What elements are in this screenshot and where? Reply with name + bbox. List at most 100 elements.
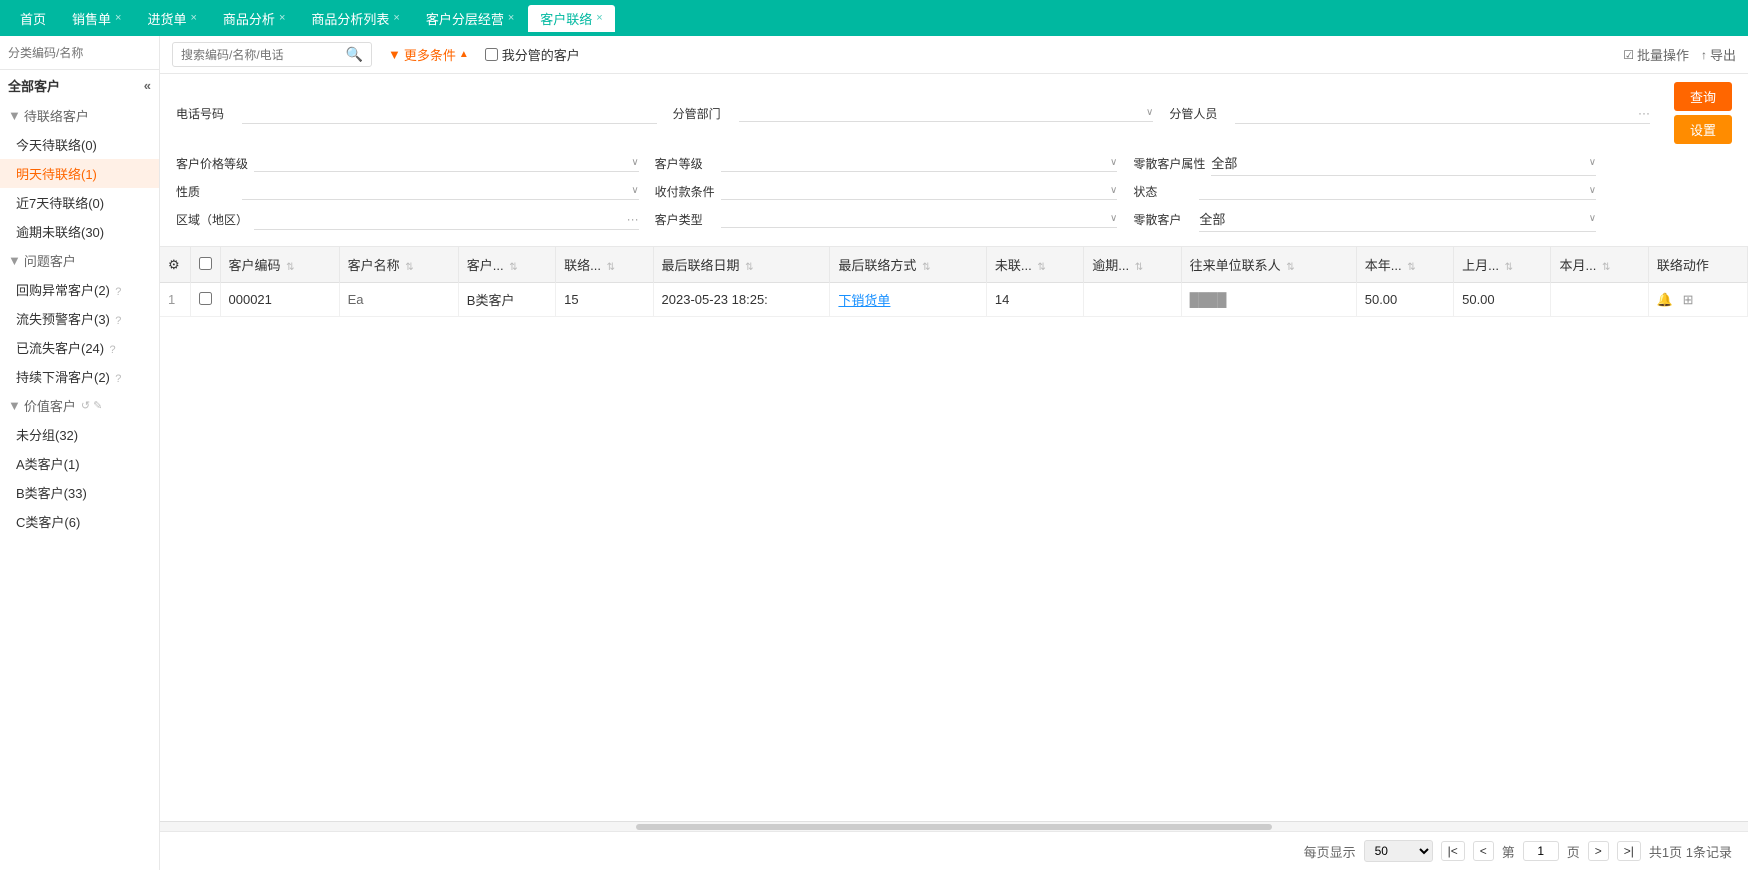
sort-last-month-icon[interactable]: ⇅ [1505,262,1513,273]
page-number-input[interactable] [1523,841,1559,861]
sidebar-item-churn-warning[interactable]: 流失预警客户(3) ? [0,304,159,333]
filter-customer-grade-select[interactable]: ∨ [721,154,1118,172]
top-nav: 首页 销售单 × 进货单 × 商品分析 × 商品分析列表 × 客户分层经营 × … [0,0,1748,36]
per-page-select[interactable]: 50 20 100 [1364,840,1433,862]
filter-row-1: 电话号码 分管部门 ∨ 分管人员 ··· 查询 设置 [176,82,1732,144]
filter-retail-customer-select[interactable]: 全部∨ [1199,206,1596,232]
cell-last-contact-method[interactable]: 下销货单 [830,283,986,317]
filter-gender-label: 性质 [176,183,236,200]
more-filter-button[interactable]: ▼ 更多条件 ▲ [380,42,477,67]
sidebar-item-class-c[interactable]: C类客户(6) [0,507,159,536]
filter-region-dots[interactable]: ··· [627,212,639,226]
last-page-button[interactable]: >| [1617,841,1641,861]
sort-this-month-icon[interactable]: ⇅ [1602,262,1610,273]
sidebar: 🔍 全部客户 « ▼ 待联络客户 今天待联络(0) 明天待联络(1) 近7天待联… [0,36,160,870]
sort-customer-code-icon[interactable]: ⇅ [286,262,294,273]
sidebar-item-ungrouped[interactable]: 未分组(32) [0,420,159,449]
cell-checkbox[interactable] [190,283,220,317]
sidebar-item-overdue-pending[interactable]: 逾期未联络(30) [0,217,159,246]
filter-customer-type-select[interactable]: ∨ [721,210,1118,228]
nav-purchase-order[interactable]: 进货单 × [135,5,208,32]
sidebar-item-class-b[interactable]: B类客户(33) [0,478,159,507]
filter-person-label: 分管人员 [1169,105,1229,122]
close-sales-order-icon[interactable]: × [115,12,121,24]
nav-product-analysis-list[interactable]: 商品分析列表 × [299,5,411,32]
sidebar-item-7days-pending[interactable]: 近7天待联络(0) [0,188,159,217]
sidebar-all-customers-header: 全部客户 « [0,70,159,101]
sort-this-year-icon[interactable]: ⇅ [1407,262,1415,273]
export-button[interactable]: ↑ 导出 [1701,45,1736,64]
bulk-operation-button[interactable]: ☑ 批量操作 [1623,45,1689,64]
filter-status-select[interactable]: ∨ [1199,182,1596,200]
col-customer-name: 客户名称 ⇅ [339,247,458,283]
filter-retail-attr-select[interactable]: 全部∨ [1211,150,1596,176]
my-customers-checkbox[interactable] [485,48,498,61]
nav-customer-tiering[interactable]: 客户分层经营 × [414,5,526,32]
sort-customer-name-icon[interactable]: ⇅ [405,262,413,273]
filter-payment-select[interactable]: ∨ [721,182,1118,200]
cell-this-year: 50.00 [1356,283,1453,317]
sidebar-item-tomorrow-pending[interactable]: 明天待联络(1) [0,159,159,188]
close-customer-tiering-icon[interactable]: × [508,12,514,24]
contact-action-grid-icon[interactable]: ⊞ [1683,292,1694,307]
close-customer-contact-icon[interactable]: × [596,12,602,24]
sidebar-all-customers-label: 全部客户 [8,76,60,95]
filter-person-dots[interactable]: ··· [1638,106,1650,120]
nav-customer-contact[interactable]: 客户联络 × [528,5,614,32]
next-page-button[interactable]: > [1588,841,1609,861]
query-button[interactable]: 查询 [1674,82,1732,111]
first-page-button[interactable]: |< [1441,841,1465,861]
table-row: 1 000021 Ea B类客户 15 2023-05-23 18:25: 下销… [160,283,1748,317]
row-checkbox[interactable] [199,292,212,305]
prev-page-button[interactable]: < [1473,841,1494,861]
nav-sales-order[interactable]: 销售单 × [60,5,133,32]
nav-home[interactable]: 首页 [8,5,58,32]
cell-customer-name[interactable]: Ea [339,283,458,317]
scroll-thumb[interactable] [636,824,1271,830]
col-no-contact: 未联... ⇅ [986,247,1083,283]
search-icon[interactable]: 🔍 [346,46,363,63]
filter-dept: 分管部门 ∨ [673,104,1154,122]
checkbox-bulk-icon: ☑ [1623,48,1634,62]
sidebar-item-repurchase-abnormal[interactable]: 回购异常客户(2) ? [0,275,159,304]
sort-last-contact-method-icon[interactable]: ⇅ [922,262,930,273]
sort-no-contact-icon[interactable]: ⇅ [1037,262,1045,273]
page-suffix: 页 [1567,842,1580,861]
col-this-month: 本月... ⇅ [1551,247,1648,283]
gear-settings-icon[interactable]: ⚙ [168,257,180,272]
filter-phone-input[interactable] [242,103,657,124]
close-purchase-order-icon[interactable]: × [190,12,196,24]
sort-overdue-icon[interactable]: ⇅ [1135,262,1143,273]
settings-button[interactable]: 设置 [1674,115,1732,144]
filter-gender-select[interactable]: ∨ [242,182,639,200]
sort-contact-count-icon[interactable]: ⇅ [607,262,615,273]
col-gear[interactable]: ⚙ [160,247,190,283]
sidebar-item-churned[interactable]: 已流失客户(24) ? [0,333,159,362]
sort-last-contact-date-icon[interactable]: ⇅ [745,262,753,273]
sidebar-item-today-pending[interactable]: 今天待联络(0) [0,130,159,159]
close-product-analysis-icon[interactable]: × [279,12,285,24]
filter-dept-select[interactable]: ∨ [739,104,1154,122]
select-all-checkbox[interactable] [199,257,212,270]
sidebar-collapse-icon[interactable]: « [144,78,151,93]
filter-person: 分管人员 ··· [1169,103,1650,124]
cell-customer-code: 000021 [220,283,339,317]
sidebar-search-input[interactable] [8,46,160,60]
sidebar-item-class-a[interactable]: A类客户(1) [0,449,159,478]
cell-unit-contact: ████ [1181,283,1356,317]
contact-action-bell-icon[interactable]: 🔔 [1657,292,1673,307]
filter-retail-attr-label: 零散客户属性 [1133,155,1205,172]
sort-unit-contact-icon[interactable]: ⇅ [1286,262,1294,273]
filter-price-grade-select[interactable]: ∨ [254,154,639,172]
cell-no-contact: 14 [986,283,1083,317]
col-checkbox[interactable] [190,247,220,283]
my-customers-checkbox-label[interactable]: 我分管的客户 [485,45,580,64]
search-input[interactable] [181,48,342,62]
sort-customer-type-icon[interactable]: ⇅ [509,262,517,273]
customer-table: ⚙ 客户编码 ⇅ 客户名称 ⇅ [160,247,1748,317]
close-product-analysis-list-icon[interactable]: × [393,12,399,24]
horizontal-scrollbar[interactable] [160,821,1748,831]
sidebar-item-declining[interactable]: 持续下滑客户(2) ? [0,362,159,391]
sidebar-problem-customer-group: ▼ 问题客户 [0,246,159,275]
nav-product-analysis[interactable]: 商品分析 × [211,5,297,32]
